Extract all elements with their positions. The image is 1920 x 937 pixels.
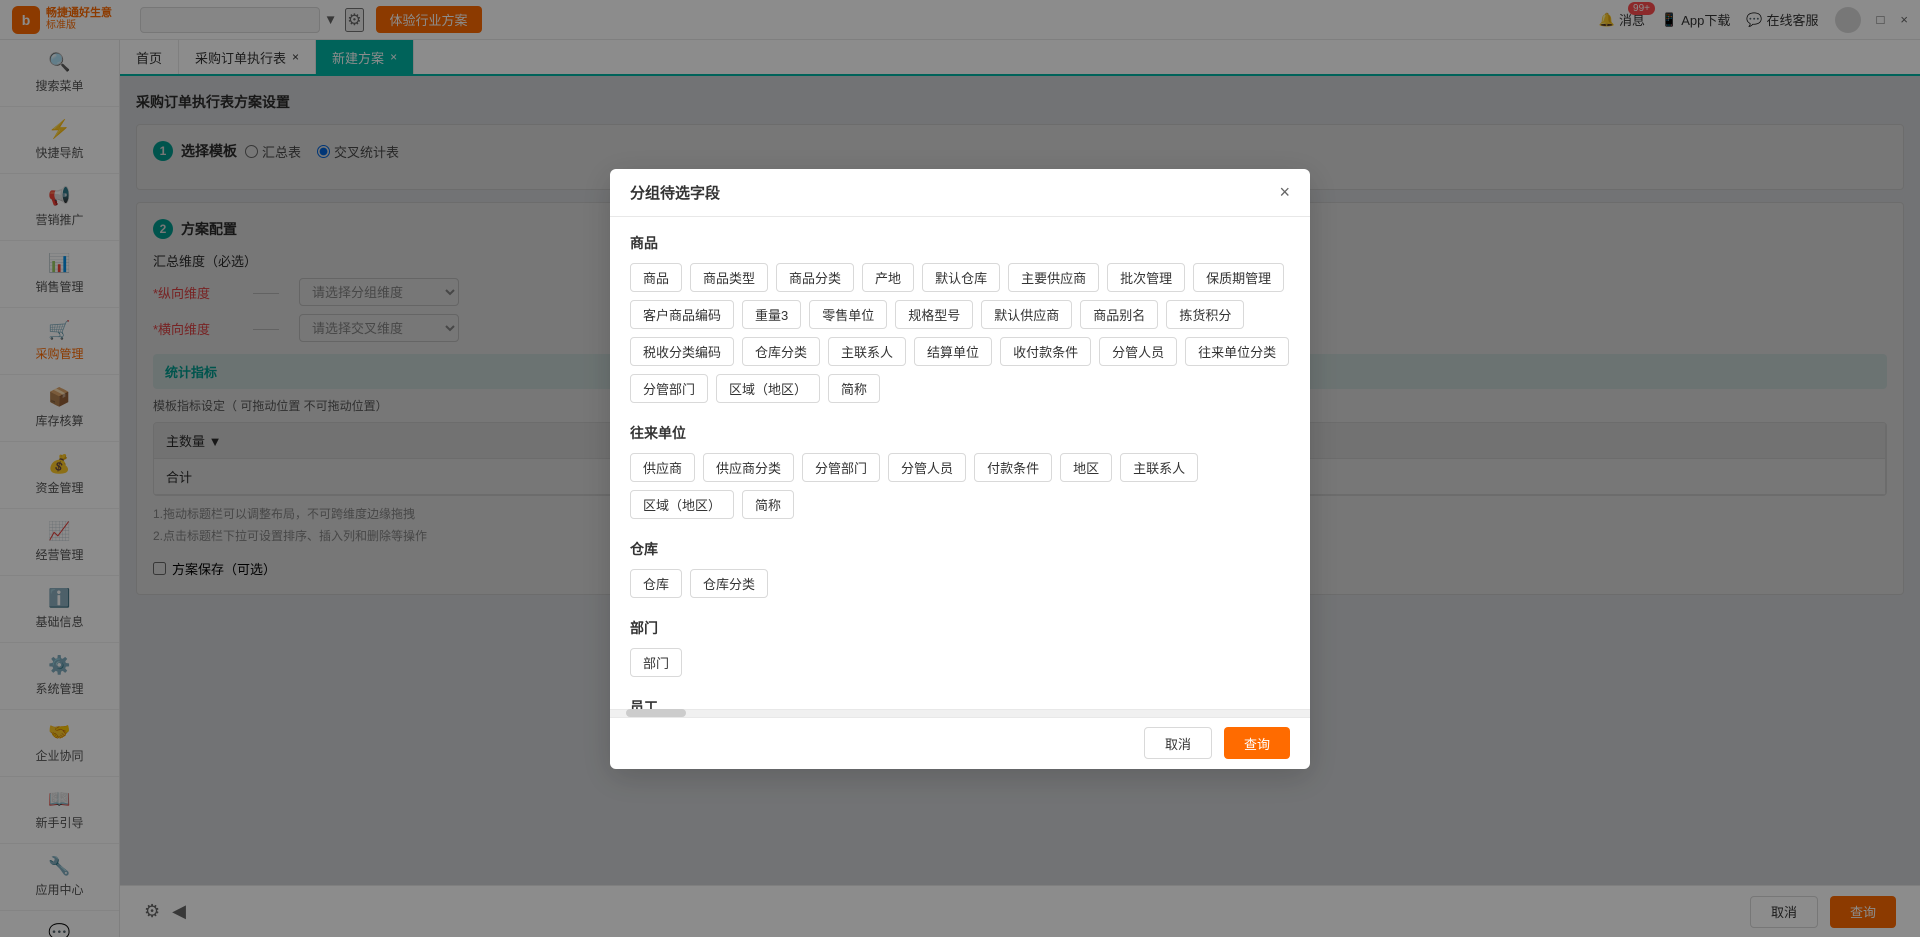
- field-tags-warehouse: 仓库 仓库分类: [630, 569, 1290, 598]
- field-group-product: 商品 商品 商品类型 商品分类 产地 默认仓库 主要供应商 批次管理 保质期管理…: [630, 233, 1290, 403]
- field-group-staff: 员工 业务员: [630, 697, 1290, 709]
- field-tag-product-5[interactable]: 主要供应商: [1008, 263, 1099, 292]
- modal: 分组待选字段 × 商品 商品 商品类型 商品分类 产地 默认仓库 主要供应商 批…: [610, 169, 1310, 769]
- field-tag-product-19[interactable]: 收付款条件: [1000, 337, 1091, 366]
- field-tag-product-16[interactable]: 仓库分类: [742, 337, 820, 366]
- field-tag-product-9[interactable]: 重量3: [742, 300, 801, 329]
- field-tag-cp-0[interactable]: 供应商: [630, 453, 695, 482]
- field-tag-product-21[interactable]: 往来单位分类: [1185, 337, 1289, 366]
- modal-footer: 取消 查询: [610, 717, 1310, 769]
- field-tag-cp-8[interactable]: 简称: [742, 490, 794, 519]
- field-tag-product-10[interactable]: 零售单位: [809, 300, 887, 329]
- field-tag-product-7[interactable]: 保质期管理: [1193, 263, 1284, 292]
- field-tags-department: 部门: [630, 648, 1290, 677]
- field-group-department-title: 部门: [630, 618, 1290, 638]
- field-tag-cp-6[interactable]: 主联系人: [1120, 453, 1198, 482]
- modal-body[interactable]: 商品 商品 商品类型 商品分类 产地 默认仓库 主要供应商 批次管理 保质期管理…: [610, 217, 1310, 709]
- modal-header: 分组待选字段 ×: [610, 169, 1310, 217]
- field-tag-wh-1[interactable]: 仓库分类: [690, 569, 768, 598]
- field-tag-cp-3[interactable]: 分管人员: [888, 453, 966, 482]
- field-group-department: 部门 部门: [630, 618, 1290, 677]
- field-tag-product-15[interactable]: 税收分类编码: [630, 337, 734, 366]
- field-group-counterparty-title: 往来单位: [630, 423, 1290, 443]
- field-tag-product-0[interactable]: 商品: [630, 263, 682, 292]
- modal-cancel-btn[interactable]: 取消: [1144, 727, 1212, 759]
- modal-hscroll[interactable]: [610, 709, 1310, 717]
- field-tag-product-22[interactable]: 分管部门: [630, 374, 708, 403]
- modal-close-btn[interactable]: ×: [1279, 182, 1290, 203]
- field-tag-product-24[interactable]: 简称: [828, 374, 880, 403]
- field-group-warehouse-title: 仓库: [630, 539, 1290, 559]
- field-tag-cp-2[interactable]: 分管部门: [802, 453, 880, 482]
- field-tags-counterparty: 供应商 供应商分类 分管部门 分管人员 付款条件 地区 主联系人 区域（地区） …: [630, 453, 1290, 519]
- field-tag-dept-0[interactable]: 部门: [630, 648, 682, 677]
- field-tag-cp-4[interactable]: 付款条件: [974, 453, 1052, 482]
- field-tag-product-2[interactable]: 商品分类: [776, 263, 854, 292]
- field-tag-product-1[interactable]: 商品类型: [690, 263, 768, 292]
- field-tag-product-14[interactable]: 拣货积分: [1166, 300, 1244, 329]
- field-tag-product-3[interactable]: 产地: [862, 263, 914, 292]
- field-tag-product-18[interactable]: 结算单位: [914, 337, 992, 366]
- field-tag-product-12[interactable]: 默认供应商: [981, 300, 1072, 329]
- field-group-counterparty: 往来单位 供应商 供应商分类 分管部门 分管人员 付款条件 地区 主联系人 区域…: [630, 423, 1290, 519]
- field-tag-product-17[interactable]: 主联系人: [828, 337, 906, 366]
- field-tag-product-11[interactable]: 规格型号: [895, 300, 973, 329]
- field-tag-product-8[interactable]: 客户商品编码: [630, 300, 734, 329]
- field-group-staff-title: 员工: [630, 697, 1290, 709]
- field-group-warehouse: 仓库 仓库 仓库分类: [630, 539, 1290, 598]
- field-tag-cp-1[interactable]: 供应商分类: [703, 453, 794, 482]
- field-group-product-title: 商品: [630, 233, 1290, 253]
- field-tag-product-23[interactable]: 区域（地区）: [716, 374, 820, 403]
- field-tags-product: 商品 商品类型 商品分类 产地 默认仓库 主要供应商 批次管理 保质期管理 客户…: [630, 263, 1290, 403]
- field-tag-product-6[interactable]: 批次管理: [1107, 263, 1185, 292]
- field-tag-cp-7[interactable]: 区域（地区）: [630, 490, 734, 519]
- modal-title: 分组待选字段: [630, 182, 720, 203]
- field-tag-product-20[interactable]: 分管人员: [1099, 337, 1177, 366]
- field-tag-product-4[interactable]: 默认仓库: [922, 263, 1000, 292]
- field-tag-cp-5[interactable]: 地区: [1060, 453, 1112, 482]
- field-tag-product-13[interactable]: 商品别名: [1080, 300, 1158, 329]
- field-tag-wh-0[interactable]: 仓库: [630, 569, 682, 598]
- modal-overlay: 分组待选字段 × 商品 商品 商品类型 商品分类 产地 默认仓库 主要供应商 批…: [0, 0, 1920, 937]
- modal-confirm-btn[interactable]: 查询: [1224, 727, 1290, 759]
